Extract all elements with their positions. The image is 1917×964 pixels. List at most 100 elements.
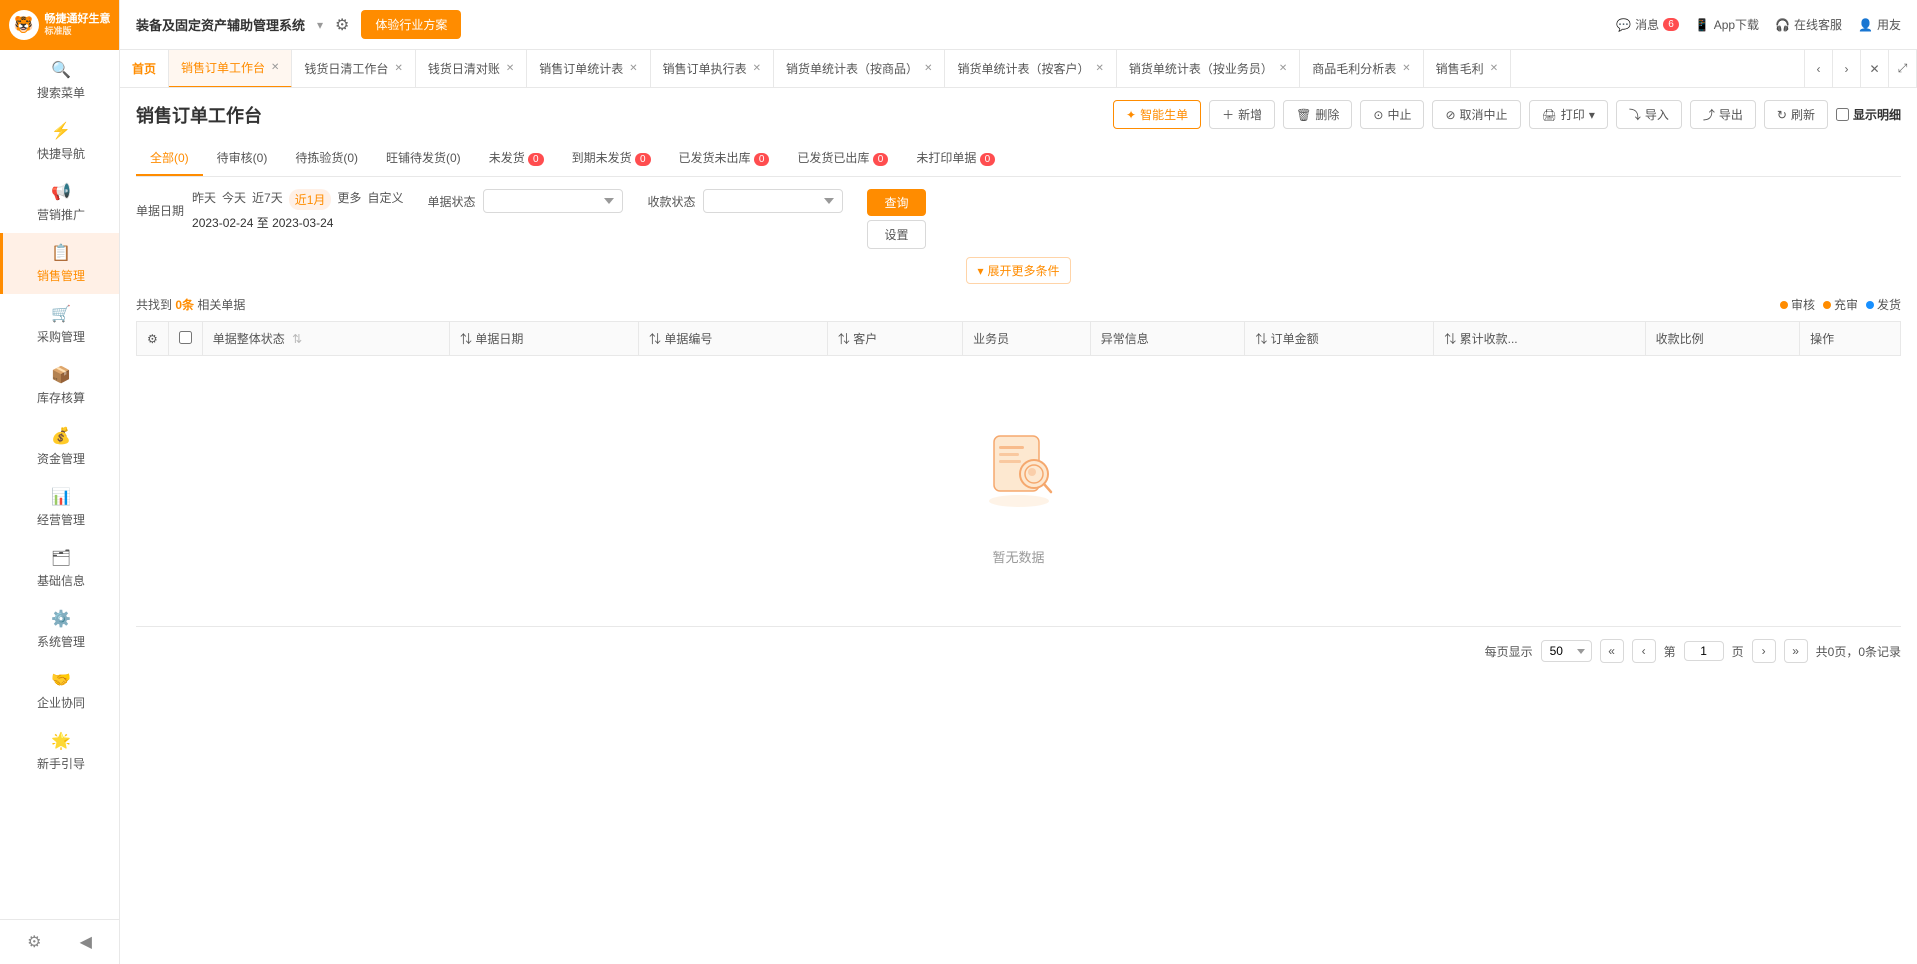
col-exception: 异常信息: [1090, 322, 1245, 356]
status-select[interactable]: [483, 189, 623, 213]
status-tab-shipped-not-out[interactable]: 已发货未出库 0: [665, 141, 784, 176]
page-number-input[interactable]: [1684, 641, 1724, 661]
col-customer[interactable]: ⇅ 客户: [827, 322, 962, 356]
stop-btn[interactable]: ⊙ 中止: [1360, 100, 1424, 129]
tab-close-sales-summary-staff[interactable]: ✕: [1279, 63, 1287, 74]
settings-btn[interactable]: ⚙: [23, 928, 45, 956]
sidebar-item-quick[interactable]: ⚡ 快捷导航: [0, 111, 119, 172]
print-btn[interactable]: 🖨 打印 ▾: [1529, 100, 1608, 129]
message-btn[interactable]: 💬 消息 6: [1616, 16, 1679, 33]
filter-settings-btn[interactable]: 设置: [867, 220, 925, 249]
col-checkbox[interactable]: [168, 322, 202, 356]
tab-sales-summary-customer[interactable]: 销货单统计表（按客户） ✕: [945, 50, 1116, 88]
cancel-stop-btn[interactable]: ⊘ 取消中止: [1432, 100, 1520, 129]
col-received[interactable]: ⇅ 累计收款...: [1434, 322, 1645, 356]
tab-sales-exec[interactable]: 销售订单执行表 ✕: [651, 50, 774, 88]
tab-close-cash-daily[interactable]: ✕: [394, 63, 402, 74]
status-tab-pending-check[interactable]: 待拣验货(0): [281, 141, 372, 176]
page-actions: ✦ 智能生单 ＋ 新增 🗑 删除 ⊙ 中止 ⊘ 取消中止: [1113, 100, 1901, 129]
col-status[interactable]: 单据整体状态 ⇅: [202, 322, 449, 356]
tab-sales-summary-staff[interactable]: 销货单统计表（按业务员） ✕: [1117, 50, 1300, 88]
tab-maximize[interactable]: ⤢: [1889, 50, 1917, 88]
sidebar-item-purchase[interactable]: 🛒 采购管理: [0, 294, 119, 355]
app-download-btn[interactable]: 📱 App下载: [1695, 16, 1759, 33]
smart-create-btn[interactable]: ✦ 智能生单: [1113, 100, 1201, 129]
payment-select[interactable]: [703, 189, 843, 213]
tab-close-sales-stats[interactable]: ✕: [629, 63, 637, 74]
tab-close-sales-summary-customer[interactable]: ✕: [1095, 63, 1103, 74]
online-service-btn[interactable]: 🎧 在线客服: [1775, 16, 1842, 33]
shortcut-yesterday[interactable]: 昨天: [192, 189, 216, 210]
col-staff[interactable]: 业务员: [963, 322, 1091, 356]
tab-close-sales-exec[interactable]: ✕: [753, 63, 761, 74]
show-detail-checkbox[interactable]: [1836, 108, 1849, 121]
shortcut-1month[interactable]: 近1月: [289, 189, 332, 210]
add-btn[interactable]: ＋ 新增: [1209, 100, 1275, 129]
col-gear[interactable]: ⚙: [137, 322, 169, 356]
last-page-btn[interactable]: »: [1784, 639, 1808, 663]
shortcut-today[interactable]: 今天: [222, 189, 246, 210]
tab-close-sales-workbench[interactable]: ✕: [271, 62, 279, 73]
gear-icon: ⚙️: [51, 609, 71, 629]
shortcut-more[interactable]: 更多: [337, 189, 361, 210]
import-btn[interactable]: ⤵ 导入: [1616, 100, 1682, 129]
status-tab-shipped-out[interactable]: 已发货已出库 0: [783, 141, 902, 176]
export-btn[interactable]: ⤴ 导出: [1690, 100, 1756, 129]
tab-scroll-right[interactable]: ›: [1833, 50, 1861, 88]
sidebar-item-sales[interactable]: 📋 销售管理: [0, 233, 119, 294]
sidebar-item-finance[interactable]: 💰 资金管理: [0, 416, 119, 477]
refresh-btn[interactable]: ↻ 刷新: [1764, 100, 1828, 129]
status-tab-overdue-not-shipped[interactable]: 到期未发货 0: [558, 141, 665, 176]
status-tab-all[interactable]: 全部(0): [136, 141, 203, 176]
orange-dot-icon: [1780, 301, 1788, 309]
unreviewed-action-btn[interactable]: 充审: [1823, 296, 1858, 313]
select-all-checkbox[interactable]: [179, 331, 192, 344]
next-page-btn[interactable]: ›: [1752, 639, 1776, 663]
tab-sales-stats[interactable]: 销售订单统计表 ✕: [527, 50, 650, 88]
tab-sales-workbench[interactable]: 销售订单工作台 ✕: [169, 50, 292, 88]
col-number[interactable]: ⇅ 单据编号: [638, 322, 827, 356]
prev-page-btn[interactable]: ‹: [1632, 639, 1656, 663]
page-size-select[interactable]: 50 10 20 100: [1541, 640, 1592, 662]
delete-btn[interactable]: 🗑 删除: [1283, 100, 1352, 129]
tab-cash-reconcile[interactable]: 钱货日清对账 ✕: [416, 50, 527, 88]
sidebar-item-operations[interactable]: 📊 经营管理: [0, 477, 119, 538]
collapse-btn[interactable]: ◀: [76, 928, 96, 956]
ship-action-btn[interactable]: 发货: [1866, 296, 1901, 313]
tab-cash-daily[interactable]: 钱货日清工作台 ✕: [292, 50, 415, 88]
status-tab-not-printed[interactable]: 未打印单据 0: [902, 141, 1009, 176]
topbar-settings-icon[interactable]: ⚙: [335, 15, 349, 35]
sidebar-item-basic[interactable]: 🗂 基础信息: [0, 538, 119, 599]
show-detail-label[interactable]: 显示明细: [1836, 106, 1901, 123]
tab-close-cash-reconcile[interactable]: ✕: [506, 63, 514, 74]
sidebar-item-marketing[interactable]: 📢 营销推广: [0, 172, 119, 233]
sidebar-item-inventory[interactable]: 📦 库存核算: [0, 355, 119, 416]
tab-home[interactable]: 首页: [120, 50, 169, 88]
query-btn[interactable]: 查询: [867, 189, 925, 216]
sidebar-item-guide[interactable]: 🌟 新手引导: [0, 721, 119, 782]
tab-sales-more[interactable]: 销售毛利 ✕: [1424, 50, 1511, 88]
user-btn[interactable]: 👤 用友: [1858, 16, 1901, 33]
tab-sales-margin[interactable]: 商品毛利分析表 ✕: [1300, 50, 1423, 88]
tab-close-sales-summary-product[interactable]: ✕: [924, 63, 932, 74]
title-dropdown-icon[interactable]: ▾: [317, 18, 323, 32]
sidebar-item-enterprise[interactable]: 🤝 企业协同: [0, 660, 119, 721]
tab-close-all[interactable]: ✕: [1861, 50, 1889, 88]
sidebar-item-search[interactable]: 🔍 搜索菜单: [0, 50, 119, 111]
tab-sales-summary-product[interactable]: 销货单统计表（按商品） ✕: [774, 50, 945, 88]
status-tab-wangpu-ship[interactable]: 旺铺待发货(0): [372, 141, 475, 176]
tab-close-sales-more[interactable]: ✕: [1490, 63, 1498, 74]
trial-btn[interactable]: 体验行业方案: [361, 10, 461, 39]
col-amount[interactable]: ⇅ 订单金额: [1245, 322, 1434, 356]
tab-scroll-left[interactable]: ‹: [1805, 50, 1833, 88]
tab-close-sales-margin[interactable]: ✕: [1402, 63, 1410, 74]
status-tab-not-shipped[interactable]: 未发货 0: [475, 141, 558, 176]
shortcut-custom[interactable]: 自定义: [367, 189, 403, 210]
review-action-btn[interactable]: 审核: [1780, 296, 1815, 313]
expand-filter-btn[interactable]: ▾ 展开更多条件: [966, 257, 1070, 284]
status-tab-pending-review[interactable]: 待审核(0): [203, 141, 282, 176]
first-page-btn[interactable]: «: [1600, 639, 1624, 663]
shortcut-7days[interactable]: 近7天: [252, 189, 283, 210]
col-date[interactable]: ⇅ 单据日期: [450, 322, 639, 356]
sidebar-item-system[interactable]: ⚙️ 系统管理: [0, 599, 119, 660]
